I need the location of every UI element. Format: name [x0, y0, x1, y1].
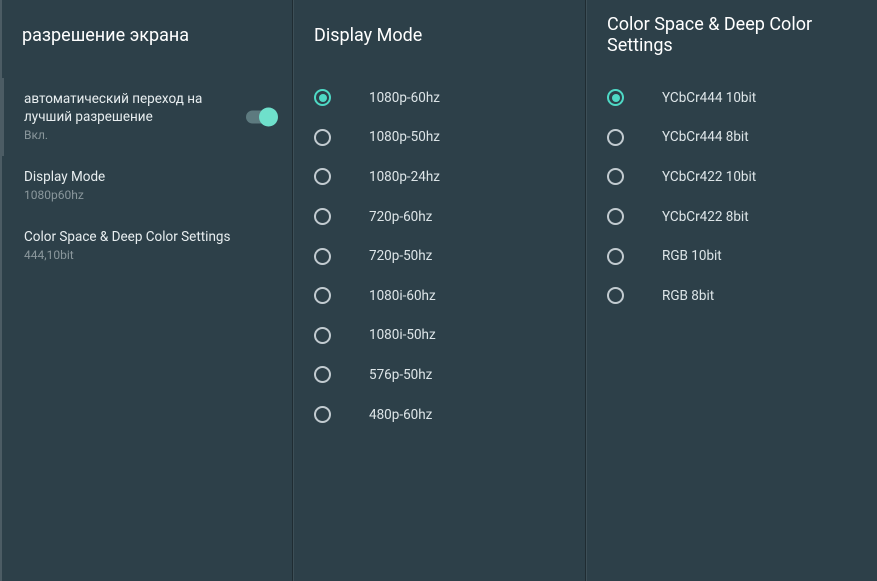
radio-icon: [314, 168, 331, 185]
radio-label: 1080i-60hz: [369, 288, 436, 304]
display-mode-option[interactable]: 720p-60hz: [294, 197, 585, 237]
setting-label: Display Mode: [24, 168, 272, 186]
toggle-icon: [246, 111, 274, 124]
color-space-option[interactable]: YCbCr422 8bit: [587, 197, 877, 237]
display-mode-option[interactable]: 480p-60hz: [294, 395, 585, 435]
radio-icon: [314, 287, 331, 304]
panel-title: разрешение экрана: [2, 0, 292, 70]
panel-title: Display Mode: [294, 0, 585, 70]
setting-label: автоматический переход на лучший разреше…: [24, 90, 272, 126]
setting-value: Вкл.: [24, 128, 272, 144]
radio-icon: [314, 208, 331, 225]
radio-label: YCbCr422 8bit: [662, 209, 749, 225]
color-space-option[interactable]: YCbCr422 10bit: [587, 157, 877, 197]
color-space-panel: Color Space & Deep Color Settings YCbCr4…: [586, 0, 877, 581]
radio-label: YCbCr422 10bit: [662, 169, 756, 185]
radio-label: 720p-50hz: [369, 248, 432, 264]
radio-icon: [314, 327, 331, 344]
radio-label: 1080p-60hz: [369, 90, 440, 106]
color-space-option[interactable]: RGB 10bit: [587, 236, 877, 276]
radio-icon: [314, 406, 331, 423]
color-space-option[interactable]: YCbCr444 8bit: [587, 118, 877, 158]
radio-label: YCbCr444 8bit: [662, 129, 749, 145]
screen-resolution-panel: разрешение экрана автоматический переход…: [0, 0, 293, 581]
color-space-options: YCbCr444 10bit YCbCr444 8bit YCbCr422 10bi…: [587, 70, 877, 316]
display-mode-option[interactable]: 576p-50hz: [294, 355, 585, 395]
radio-label: 720p-60hz: [369, 209, 432, 225]
toggle-switch[interactable]: [246, 111, 274, 124]
setting-value: 1080p60hz: [24, 188, 272, 204]
radio-icon: [607, 287, 624, 304]
setting-value: 444,10bit: [24, 248, 272, 264]
radio-label: 480p-60hz: [369, 407, 432, 423]
radio-label: YCbCr444 10bit: [662, 90, 756, 106]
radio-label: 1080p-50hz: [369, 129, 440, 145]
display-mode-option[interactable]: 1080p-50hz: [294, 118, 585, 158]
display-mode-options: 1080p-60hz 1080p-50hz 1080p-24hz 720p-60hz 7…: [294, 70, 585, 434]
display-mode-option[interactable]: 1080i-50hz: [294, 316, 585, 356]
radio-icon: [607, 208, 624, 225]
radio-label: 1080p-24hz: [369, 169, 440, 185]
radio-icon: [607, 168, 624, 185]
radio-icon: [607, 129, 624, 146]
radio-icon: [314, 89, 331, 106]
setting-label: Color Space & Deep Color Settings: [24, 228, 272, 246]
radio-label: 576p-50hz: [369, 367, 432, 383]
color-space-option[interactable]: RGB 8bit: [587, 276, 877, 316]
display-mode-option[interactable]: 1080i-60hz: [294, 276, 585, 316]
display-mode-setting[interactable]: Display Mode 1080p60hz: [2, 156, 292, 216]
radio-icon: [607, 248, 624, 265]
auto-resolution-setting[interactable]: автоматический переход на лучший разреше…: [2, 78, 292, 156]
radio-icon: [314, 366, 331, 383]
panel-title: Color Space & Deep Color Settings: [587, 0, 877, 70]
settings-list: автоматический переход на лучший разреше…: [2, 70, 292, 276]
display-mode-option[interactable]: 1080p-60hz: [294, 78, 585, 118]
display-mode-panel: Display Mode 1080p-60hz 1080p-50hz 1080p-2…: [293, 0, 586, 581]
radio-label: 1080i-50hz: [369, 327, 436, 343]
display-mode-option[interactable]: 720p-50hz: [294, 236, 585, 276]
display-mode-option[interactable]: 1080p-24hz: [294, 157, 585, 197]
color-space-setting[interactable]: Color Space & Deep Color Settings 444,10…: [2, 216, 292, 276]
radio-label: RGB 8bit: [662, 288, 714, 304]
radio-icon: [314, 248, 331, 265]
radio-label: RGB 10bit: [662, 248, 722, 264]
color-space-option[interactable]: YCbCr444 10bit: [587, 78, 877, 118]
radio-icon: [314, 129, 331, 146]
radio-icon: [607, 89, 624, 106]
